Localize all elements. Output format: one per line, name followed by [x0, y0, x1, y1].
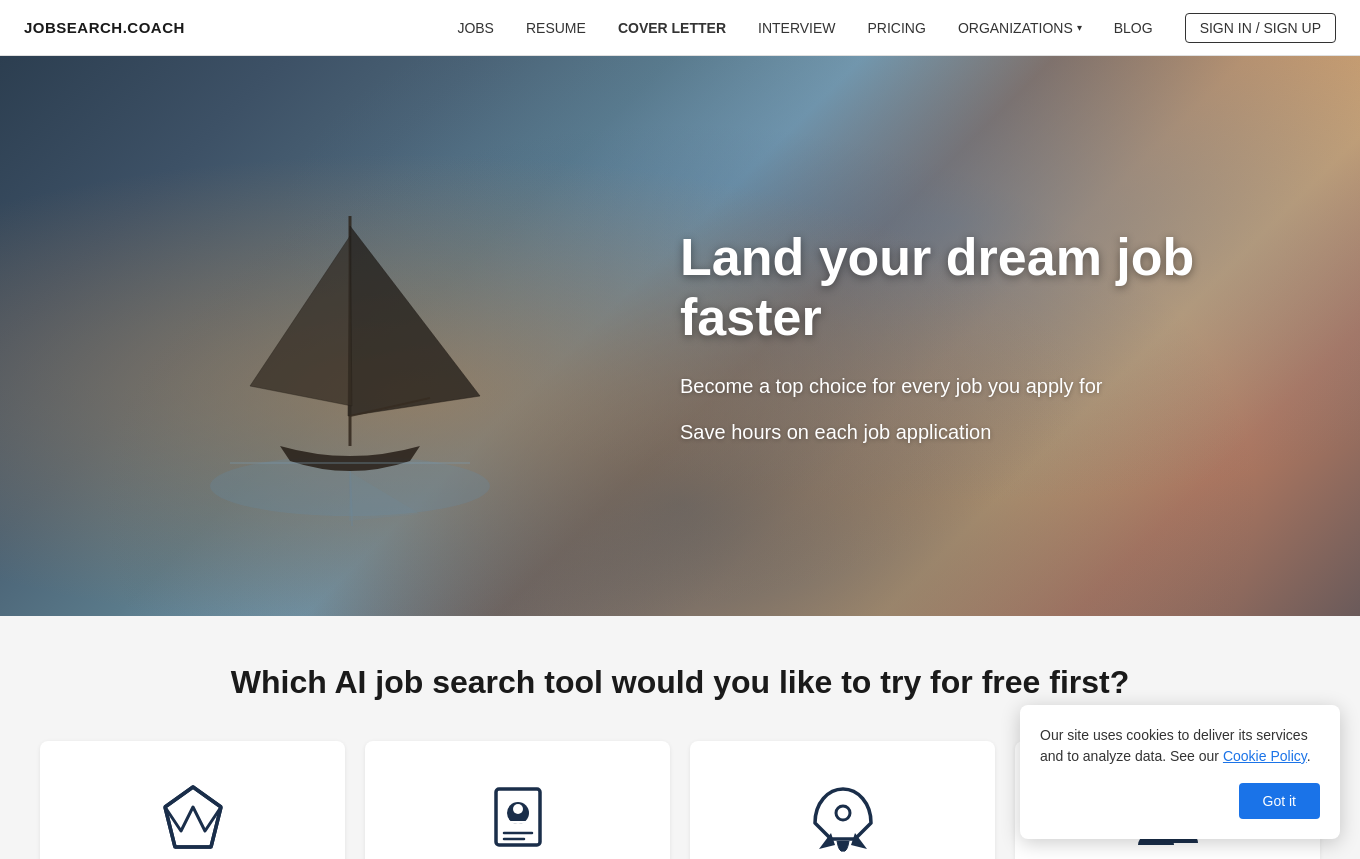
cookie-text: Our site uses cookies to deliver its ser…: [1040, 725, 1320, 767]
nav-signin[interactable]: SIGN IN / SIGN UP: [1185, 13, 1336, 43]
cookie-accept-button[interactable]: Got it: [1239, 783, 1320, 819]
nav-jobs[interactable]: JOBS: [457, 16, 494, 40]
nav-organizations[interactable]: ORGANIZATIONS ▾: [958, 16, 1082, 40]
cookie-policy-link[interactable]: Cookie Policy: [1223, 748, 1307, 764]
tool-card-resume-review[interactable]: Resume review Tailor your resume to the …: [365, 741, 670, 859]
tools-heading: Which AI job search tool would you like …: [40, 664, 1320, 701]
tool-card-job-matching[interactable]: Job matching Find your perfect job befor…: [40, 741, 345, 859]
brand-logo[interactable]: JOBSEARCH.COACH: [24, 19, 185, 36]
svg-marker-3: [250, 236, 352, 406]
nav-interview[interactable]: INTERVIEW: [758, 16, 836, 40]
svg-point-12: [513, 804, 523, 814]
nav-blog[interactable]: BLOG: [1114, 16, 1153, 40]
tool-card-cover-letter[interactable]: Cover letter Save time. Let AI write a p…: [690, 741, 995, 859]
resume-icon: [393, 781, 642, 859]
hero-subtitle: Become a top choice for every job you ap…: [680, 371, 1280, 401]
sailboat-illustration: [200, 156, 500, 536]
svg-marker-2: [348, 226, 480, 416]
chevron-down-icon: ▾: [1077, 22, 1082, 33]
nav-cover-letter[interactable]: COVER LETTER: [618, 16, 726, 40]
navbar: JOBSEARCH.COACH JOBS RESUME COVER LETTER…: [0, 0, 1360, 56]
diamond-icon: [68, 781, 317, 859]
cookie-banner: Our site uses cookies to deliver its ser…: [1020, 705, 1340, 839]
nav-links: JOBS RESUME COVER LETTER INTERVIEW PRICI…: [457, 13, 1336, 43]
hero-title: Land your dream job faster: [680, 228, 1280, 348]
nav-pricing[interactable]: PRICING: [868, 16, 926, 40]
rocket-icon: [718, 781, 967, 859]
svg-point-15: [836, 806, 850, 820]
hero-section: Land your dream job faster Become a top …: [0, 56, 1360, 616]
hero-content: Land your dream job faster Become a top …: [680, 228, 1280, 445]
nav-resume[interactable]: RESUME: [526, 16, 586, 40]
hero-text: Save hours on each job application: [680, 421, 1280, 444]
